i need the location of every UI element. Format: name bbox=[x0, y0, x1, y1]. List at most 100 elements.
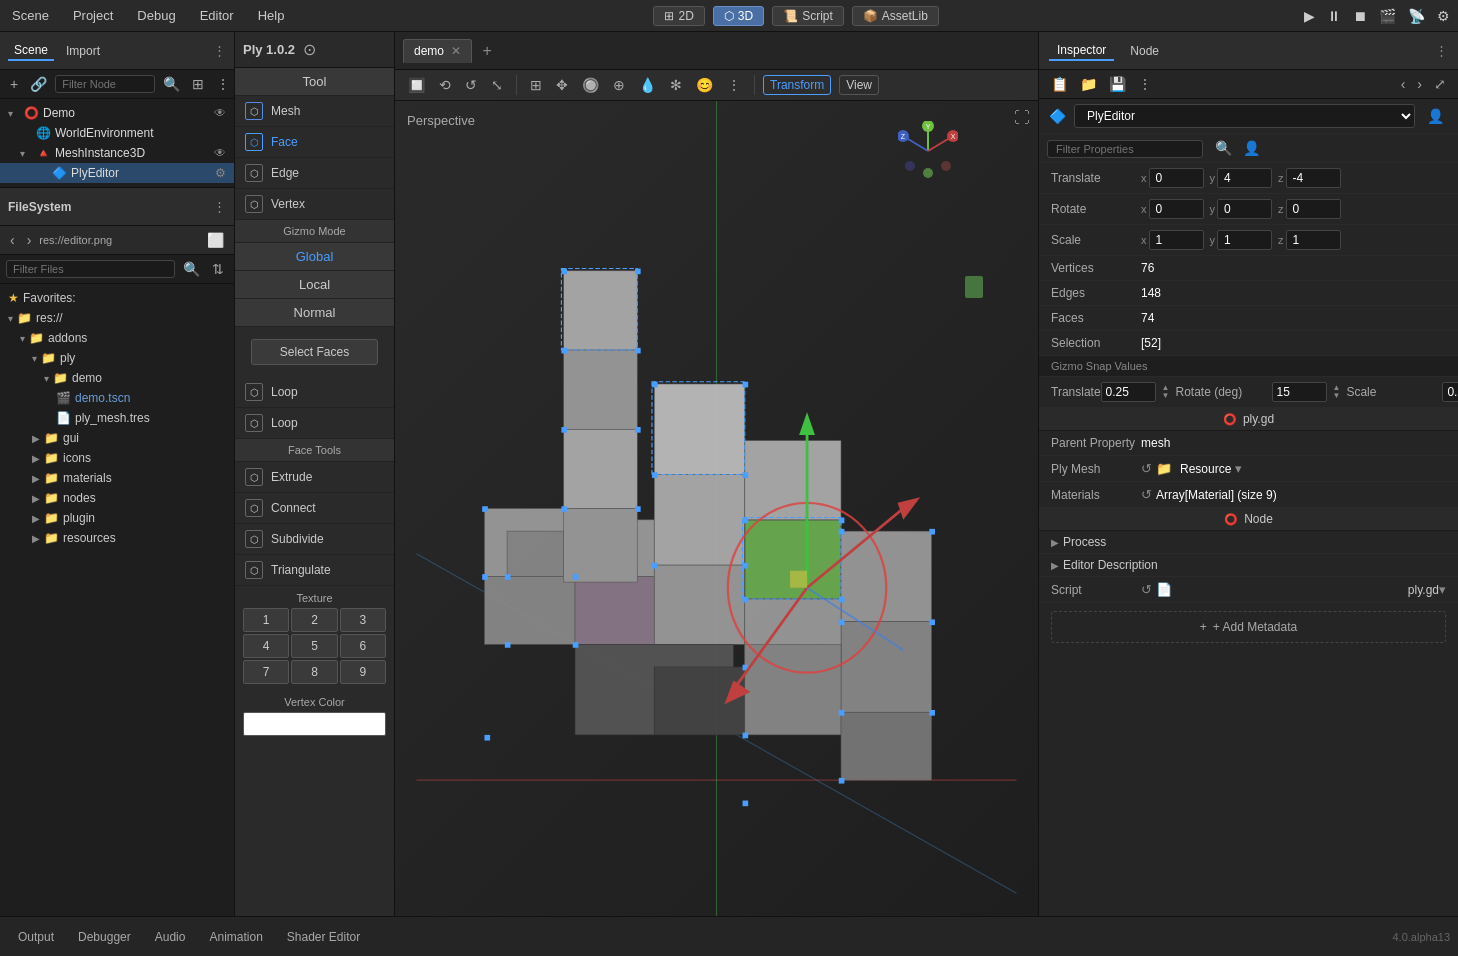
add-metadata-btn[interactable]: + + Add Metadata bbox=[1051, 611, 1446, 643]
fs-plugin[interactable]: ▶ 📁 plugin bbox=[0, 508, 234, 528]
script-file-icon[interactable]: 📄 bbox=[1156, 582, 1172, 597]
rotate-y-input[interactable] bbox=[1217, 199, 1272, 219]
fs-nodes[interactable]: ▶ 📁 nodes bbox=[0, 488, 234, 508]
menu-scene[interactable]: Scene bbox=[8, 6, 53, 25]
tab-scene[interactable]: Scene bbox=[8, 41, 54, 61]
scale-z-input[interactable] bbox=[1286, 230, 1341, 250]
triangulate-btn[interactable]: ⬡ Triangulate bbox=[235, 555, 394, 586]
inspector-history-btn[interactable]: 📋 bbox=[1047, 74, 1072, 94]
extrude-btn[interactable]: ⬡ Extrude bbox=[235, 462, 394, 493]
mesh-btn[interactable]: ⬡ Mesh bbox=[235, 96, 394, 127]
snap-translate-down[interactable]: ▼ bbox=[1162, 392, 1170, 400]
play-icon[interactable]: ▶ bbox=[1304, 8, 1315, 24]
tex-9[interactable]: 9 bbox=[340, 660, 386, 684]
translate-z-input[interactable] bbox=[1286, 168, 1341, 188]
connect-btn[interactable]: ⬡ Connect bbox=[235, 493, 394, 524]
inspector-back-btn[interactable]: ‹ bbox=[1397, 74, 1410, 94]
view-btn[interactable]: View bbox=[839, 75, 879, 95]
scale-x-input[interactable] bbox=[1149, 230, 1204, 250]
transform-btn[interactable]: Transform bbox=[763, 75, 831, 95]
vp-rotate-btn[interactable]: ↺ bbox=[460, 74, 482, 96]
snap-rotate-down[interactable]: ▼ bbox=[1333, 392, 1341, 400]
editor-desc-section[interactable]: ▶ Editor Description bbox=[1039, 554, 1458, 577]
loop2-btn[interactable]: ⬡ Loop bbox=[235, 408, 394, 439]
loop1-btn[interactable]: ⬡ Loop bbox=[235, 377, 394, 408]
fs-back-btn[interactable]: ‹ bbox=[6, 230, 19, 250]
tab-audio[interactable]: Audio bbox=[145, 926, 196, 948]
vp-snap-btn[interactable]: ✥ bbox=[551, 74, 573, 96]
eye-icon-demo[interactable]: 👁 bbox=[214, 106, 226, 120]
vp-light-btn[interactable]: ⊕ bbox=[608, 74, 630, 96]
tex-5[interactable]: 5 bbox=[291, 634, 337, 658]
fs-gui[interactable]: ▶ 📁 gui bbox=[0, 428, 234, 448]
tree-item-meshinstance[interactable]: ▾ 🔺 MeshInstance3D 👁 bbox=[0, 143, 234, 163]
tex-4[interactable]: 4 bbox=[243, 634, 289, 658]
tex-7[interactable]: 7 bbox=[243, 660, 289, 684]
filter-props-search-btn[interactable]: 🔍 bbox=[1211, 138, 1236, 158]
vp-smiley-btn[interactable]: 😊 bbox=[691, 74, 718, 96]
filter-props-user-btn[interactable]: 👤 bbox=[1239, 138, 1264, 158]
tex-6[interactable]: 6 bbox=[340, 634, 386, 658]
fs-demo-tscn[interactable]: 🎬 demo.tscn bbox=[0, 388, 234, 408]
viewport-tab-demo[interactable]: demo ✕ bbox=[403, 39, 472, 63]
fs-sort-btn[interactable]: ⇅ bbox=[208, 259, 228, 279]
stop-icon[interactable]: ⏹ bbox=[1353, 8, 1367, 24]
color-swatch[interactable] bbox=[243, 712, 386, 736]
viewport-canvas[interactable]: Perspective ⛶ Y X bbox=[395, 101, 1038, 916]
vp-sky-btn[interactable]: 💧 bbox=[634, 74, 661, 96]
fs-resources[interactable]: ▶ 📁 resources bbox=[0, 528, 234, 548]
tex-8[interactable]: 8 bbox=[291, 660, 337, 684]
tab-node[interactable]: Node bbox=[1122, 42, 1167, 60]
menu-debug[interactable]: Debug bbox=[133, 6, 179, 25]
link-btn[interactable]: 🔗 bbox=[26, 74, 51, 94]
tex-2[interactable]: 2 bbox=[291, 608, 337, 632]
filter-node-search-btn[interactable]: 🔍 bbox=[159, 74, 184, 94]
face-btn[interactable]: ⬡ Face bbox=[235, 127, 394, 158]
fs-icons[interactable]: ▶ 📁 icons bbox=[0, 448, 234, 468]
local-btn[interactable]: Local bbox=[235, 271, 394, 299]
fs-materials[interactable]: ▶ 📁 materials bbox=[0, 468, 234, 488]
mode-script[interactable]: 📜 Script bbox=[772, 6, 844, 26]
ply-mesh-file-icon[interactable]: 📁 bbox=[1156, 461, 1172, 476]
fs-ply[interactable]: ▾ 📁 ply bbox=[0, 348, 234, 368]
scene-options-btn[interactable]: ⋮ bbox=[212, 74, 234, 94]
eye-icon-mesh[interactable]: 👁 bbox=[214, 146, 226, 160]
fs-filter-input[interactable] bbox=[6, 260, 175, 278]
snap-rotate-input[interactable] bbox=[1272, 382, 1327, 402]
menu-help[interactable]: Help bbox=[254, 6, 289, 25]
mode-2d[interactable]: ⊞ 2D bbox=[653, 6, 704, 26]
ply-mesh-reload-icon[interactable]: ↺ bbox=[1141, 461, 1152, 476]
translate-x-input[interactable] bbox=[1149, 168, 1204, 188]
script-reload-icon[interactable]: ↺ bbox=[1141, 582, 1152, 597]
normal-btn[interactable]: Normal bbox=[235, 299, 394, 327]
edge-btn[interactable]: ⬡ Edge bbox=[235, 158, 394, 189]
inspector-more-btn[interactable]: ⋮ bbox=[1134, 74, 1156, 94]
vp-select-btn[interactable]: 🔲 bbox=[403, 74, 430, 96]
inspector-expand-btn[interactable]: ⤢ bbox=[1430, 74, 1450, 94]
script-dropdown-icon[interactable]: ▾ bbox=[1439, 582, 1446, 597]
fs-menu-icon[interactable]: ⋮ bbox=[213, 199, 226, 214]
tree-item-demo[interactable]: ▾ ⭕ Demo 👁 bbox=[0, 103, 234, 123]
fs-demo[interactable]: ▾ 📁 demo bbox=[0, 368, 234, 388]
filter-node-options-btn[interactable]: ⊞ bbox=[188, 74, 208, 94]
filter-props-input[interactable] bbox=[1047, 140, 1203, 158]
scene-menu-icon[interactable]: ⋮ bbox=[213, 43, 226, 58]
inspector-folder-btn[interactable]: 📁 bbox=[1076, 74, 1101, 94]
snap-translate-input[interactable] bbox=[1101, 382, 1156, 402]
inspector-save-btn[interactable]: 💾 bbox=[1105, 74, 1130, 94]
plyeditor-settings-icon[interactable]: ⚙ bbox=[215, 166, 226, 180]
snap-scale-input[interactable] bbox=[1442, 382, 1458, 402]
ply-editor-selector[interactable]: PlyEditor bbox=[1074, 104, 1415, 128]
vp-move-btn[interactable]: ⟲ bbox=[434, 74, 456, 96]
add-tab-btn[interactable]: + bbox=[476, 40, 497, 62]
movie-icon[interactable]: 🎬 bbox=[1379, 8, 1396, 24]
menu-editor[interactable]: Editor bbox=[196, 6, 238, 25]
global-btn[interactable]: Global bbox=[235, 243, 394, 271]
ply-mesh-dropdown-icon[interactable]: ▾ bbox=[1235, 461, 1242, 476]
mode-3d[interactable]: ⬡ 3D bbox=[713, 6, 764, 26]
vp-camera-btn[interactable]: 🔘 bbox=[577, 74, 604, 96]
tab-import[interactable]: Import bbox=[60, 42, 106, 60]
tab-output[interactable]: Output bbox=[8, 926, 64, 948]
mode-assetlib[interactable]: 📦 AssetLib bbox=[852, 6, 939, 26]
fs-addons[interactable]: ▾ 📁 addons bbox=[0, 328, 234, 348]
